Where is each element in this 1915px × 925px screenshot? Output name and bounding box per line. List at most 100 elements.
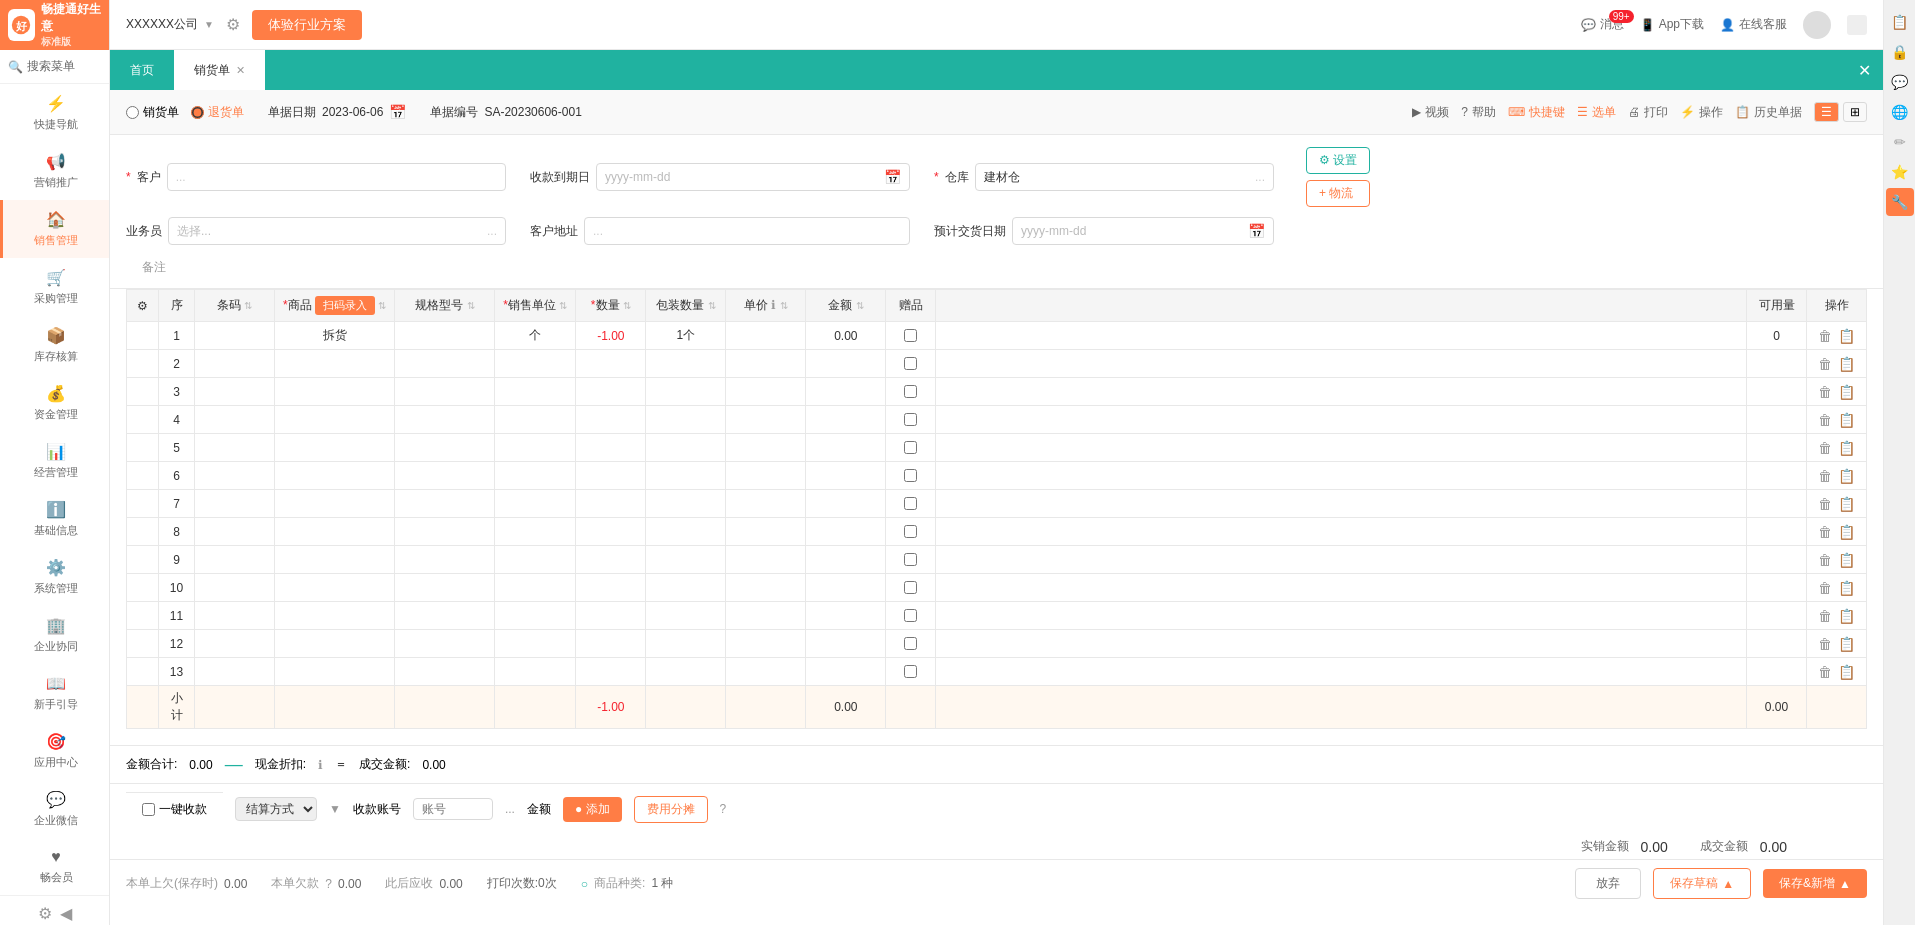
row-spec-cell[interactable]: [395, 490, 495, 518]
qty-sort-icon[interactable]: ⇅: [623, 300, 631, 311]
row-price-cell[interactable]: [726, 546, 806, 574]
add-payment-button[interactable]: ● 添加: [563, 797, 622, 822]
delivery-date-input[interactable]: yyyy-mm-dd 📅: [1012, 217, 1274, 245]
gift-checkbox[interactable]: [904, 553, 917, 566]
col-unit[interactable]: *销售单位 ⇅: [495, 290, 576, 322]
row-product-cell[interactable]: [275, 490, 395, 518]
row-gift-cell[interactable]: [886, 406, 936, 434]
row-price-cell[interactable]: [726, 490, 806, 518]
col-amount[interactable]: 金额 ⇅: [806, 290, 886, 322]
row-amount-cell[interactable]: [806, 630, 886, 658]
table-row[interactable]: 1 拆货 个 -1.00 1个 0.00 0 🗑 📋: [127, 322, 1867, 350]
settings-gear-icon[interactable]: ⚙: [38, 904, 52, 923]
payment-method-select[interactable]: 结算方式: [235, 797, 317, 821]
row-barcode-cell[interactable]: [195, 546, 275, 574]
row-price-cell[interactable]: [726, 322, 806, 350]
sidebar-collapse-icon[interactable]: ◀: [60, 904, 72, 923]
row-qty-cell[interactable]: [576, 630, 646, 658]
row-product-cell[interactable]: [275, 630, 395, 658]
row-price-cell[interactable]: [726, 574, 806, 602]
row-packqty-cell[interactable]: [646, 602, 726, 630]
account-input[interactable]: [413, 798, 493, 820]
online-support-button[interactable]: 👤 在线客服: [1720, 16, 1787, 33]
radio-sale-input[interactable]: [126, 106, 139, 119]
row-amount-cell[interactable]: [806, 518, 886, 546]
copy-icon[interactable]: 📋: [1838, 552, 1855, 568]
delete-icon[interactable]: 🗑: [1818, 664, 1832, 680]
delete-icon[interactable]: 🗑: [1818, 412, 1832, 428]
price-sort-icon[interactable]: ⇅: [780, 300, 788, 311]
delete-icon[interactable]: 🗑: [1818, 496, 1832, 512]
sidebar-item-membership[interactable]: ♥ 畅会员: [0, 838, 109, 895]
toolbar-help[interactable]: ? 帮助: [1461, 104, 1496, 121]
gift-checkbox[interactable]: [904, 413, 917, 426]
delete-icon[interactable]: 🗑: [1818, 328, 1832, 344]
row-barcode-cell[interactable]: [195, 602, 275, 630]
row-unit-cell[interactable]: [495, 462, 576, 490]
copy-icon[interactable]: 📋: [1838, 412, 1855, 428]
row-price-cell[interactable]: [726, 462, 806, 490]
row-gift-cell[interactable]: [886, 434, 936, 462]
copy-icon[interactable]: 📋: [1838, 356, 1855, 372]
delete-icon[interactable]: 🗑: [1818, 384, 1832, 400]
right-sidebar-star-icon[interactable]: ⭐: [1886, 158, 1914, 186]
row-packqty-cell[interactable]: [646, 546, 726, 574]
row-amount-cell[interactable]: [806, 574, 886, 602]
row-price-cell[interactable]: [726, 630, 806, 658]
one-click-payment-checkbox[interactable]: [142, 803, 155, 816]
copy-icon[interactable]: 📋: [1838, 328, 1855, 344]
row-unit-cell[interactable]: [495, 350, 576, 378]
row-packqty-cell[interactable]: [646, 490, 726, 518]
toolbar-print[interactable]: 🖨 打印: [1628, 104, 1668, 121]
row-spec-cell[interactable]: [395, 602, 495, 630]
discount-info-icon[interactable]: ℹ: [318, 758, 323, 772]
radio-return-order[interactable]: 退货单: [191, 104, 244, 121]
abandon-button[interactable]: 放弃: [1575, 868, 1641, 899]
radio-sale-order[interactable]: 销货单: [126, 104, 179, 121]
message-button[interactable]: 💬 消息 99+: [1581, 16, 1624, 33]
row-amount-cell[interactable]: [806, 462, 886, 490]
customer-addr-input[interactable]: ...: [584, 217, 910, 245]
row-unit-cell[interactable]: [495, 490, 576, 518]
right-sidebar-chat-icon[interactable]: 💬: [1886, 68, 1914, 96]
tab-close-icon[interactable]: ✕: [236, 64, 245, 77]
row-packqty-cell[interactable]: [646, 630, 726, 658]
table-row[interactable]: 7 🗑 📋: [127, 490, 1867, 518]
row-qty-cell[interactable]: [576, 350, 646, 378]
row-spec-cell[interactable]: [395, 350, 495, 378]
row-barcode-cell[interactable]: [195, 322, 275, 350]
row-packqty-cell[interactable]: [646, 350, 726, 378]
row-amount-cell[interactable]: [806, 546, 886, 574]
fee-split-button[interactable]: 费用分摊: [634, 796, 708, 823]
gift-checkbox[interactable]: [904, 581, 917, 594]
copy-icon[interactable]: 📋: [1838, 608, 1855, 624]
row-qty-cell[interactable]: [576, 518, 646, 546]
sidebar-item-basic[interactable]: ℹ️ 基础信息: [0, 490, 109, 548]
row-barcode-cell[interactable]: [195, 406, 275, 434]
row-spec-cell[interactable]: [395, 658, 495, 686]
sidebar-item-quick-nav[interactable]: ⚡ 快捷导航: [0, 84, 109, 142]
row-unit-cell[interactable]: [495, 518, 576, 546]
table-row[interactable]: 10 🗑 📋: [127, 574, 1867, 602]
row-packqty-cell[interactable]: [646, 658, 726, 686]
row-packqty-cell[interactable]: 1个: [646, 322, 726, 350]
row-unit-cell[interactable]: [495, 658, 576, 686]
right-sidebar-edit-icon[interactable]: ✏: [1886, 128, 1914, 156]
row-price-cell[interactable]: [726, 378, 806, 406]
gift-checkbox[interactable]: [904, 469, 917, 482]
row-product-cell[interactable]: [275, 546, 395, 574]
row-barcode-cell[interactable]: [195, 462, 275, 490]
logistics-button[interactable]: + 物流: [1306, 180, 1370, 207]
table-row[interactable]: 4 🗑 📋: [127, 406, 1867, 434]
col-spec[interactable]: 规格型号 ⇅: [395, 290, 495, 322]
toolbar-operation[interactable]: ⚡ 操作: [1680, 104, 1723, 121]
tab-sale-order[interactable]: 销货单 ✕: [174, 50, 265, 90]
row-packqty-cell[interactable]: [646, 462, 726, 490]
row-amount-cell[interactable]: [806, 602, 886, 630]
gift-checkbox[interactable]: [904, 385, 917, 398]
col-price[interactable]: 单价 ℹ ⇅: [726, 290, 806, 322]
row-gift-cell[interactable]: [886, 322, 936, 350]
payment-dots-icon[interactable]: ...: [505, 802, 515, 816]
gift-checkbox[interactable]: [904, 609, 917, 622]
row-gift-cell[interactable]: [886, 546, 936, 574]
